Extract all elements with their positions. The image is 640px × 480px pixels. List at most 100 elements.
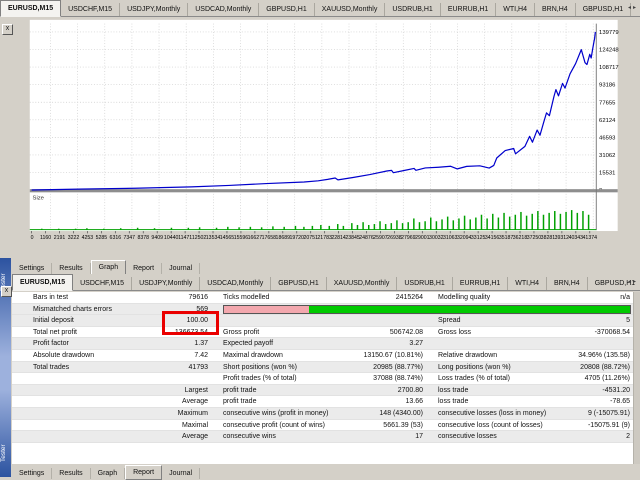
panel-splitter[interactable] [29,189,618,193]
size-bar [74,228,77,230]
x-axis-tick: 5285 [96,235,108,241]
report-value: 2415264 [395,294,423,301]
x-axis-tick: 31063 [443,235,458,241]
report-label [208,315,348,326]
x-axis-tick: 0 [31,235,34,241]
size-bar [379,221,381,230]
report-label [12,420,148,431]
tab-settings[interactable]: Settings [12,468,53,479]
symbol-tab-brn-h4[interactable]: BRN,H4 [547,277,588,290]
tab-results[interactable]: Results [52,263,91,274]
tab-report[interactable]: Report [126,263,163,274]
x-axis-tick: 38281 [541,235,556,241]
tab-journal[interactable]: Journal [162,468,201,479]
x-axis-tick: 2191 [54,235,66,241]
x-axis-tick: 4253 [82,235,94,241]
tester-graph-panel: 139779 124248 108717 93186 77655 62124 46593 31… [0,18,640,258]
size-bar [475,217,477,230]
symbol-tab-gbpusd-h1[interactable]: GBPUSD,H1 [259,3,315,16]
report-label: Short positions (won %) [223,363,297,371]
report-row: Largest profit trade 2700.80 loss trade -453… [12,384,634,397]
size-bar [390,223,393,230]
report-label: profit trade [223,386,257,394]
size-bar [368,224,370,230]
x-axis-tick: 19720 [290,235,305,241]
symbol-tab-usdjpy-monthly[interactable]: USDJPY,Monthly [120,3,189,16]
x-axis-tick: 39312 [555,235,570,241]
tab-graph[interactable]: Graph [90,260,127,275]
symbol-tab-usdcad-monthly[interactable]: USDCAD,Monthly [200,277,272,290]
symbol-tab-xauusd-monthly[interactable]: XAUUSD,Monthly [315,3,386,16]
size-bar [418,222,421,230]
report-row: Maximum consecutive wins (profit in money… [12,407,634,420]
tab-report[interactable]: Report [125,465,163,480]
report-value: 20808 (88.72%) [580,363,630,371]
report-label: consecutive losses (loss in money) [438,409,547,417]
report-label [12,385,148,396]
symbol-tab-usdchf-m15[interactable]: USDCHF,M15 [73,277,133,290]
size-bar [336,224,339,230]
symbol-tab-usdcad-monthly[interactable]: USDCAD,Monthly [188,3,260,16]
size-bar [272,226,274,230]
symbol-tab-eurusd-m15[interactable]: EURUSD,M15 [12,274,74,291]
size-bar [446,216,449,230]
x-axis-tick: 15596 [234,235,249,241]
report-value: 506742.08 [389,328,423,336]
symbol-tab-eurusd-m15[interactable]: EURUSD,M15 [0,0,62,17]
symbol-tab-gbpusd-h1[interactable]: GBPUSD,H1 [576,3,632,16]
report-label: Modelling quality [438,294,491,301]
report-value: 2700.80 [397,386,423,394]
size-bar [570,210,573,230]
report-label: Profit trades (% of total) [223,375,297,383]
size-bar [373,224,376,230]
symbol-tab-usdrub-h1[interactable]: USDRUB,H1 [397,277,453,290]
size-bar [458,218,460,230]
report-scrollbar[interactable] [633,292,640,464]
x-axis-tick: 8378 [137,235,149,241]
report-value: 7.42 [194,351,208,359]
symbol-tab-eurrub-h1[interactable]: EURRUB,H1 [453,277,509,290]
report-table: Bars in test 79616 Ticks modelled 2415264 Mo… [12,292,634,464]
tab-scroll-arrows[interactable]: ◂▸ [628,278,638,285]
tab-scroll-arrows[interactable]: ◂▸ [628,4,638,11]
report-row: Profit factor 1.37 Expected payoff 3.27 [12,338,634,350]
symbol-tab-brn-h4[interactable]: BRN,H4 [535,3,576,16]
report-value: 5 [626,317,630,325]
x-axis-tick: 40343 [569,235,584,241]
symbol-tab-usdjpy-monthly[interactable]: USDJPY,Monthly [132,277,201,290]
symbol-tab-wti-h4[interactable]: WTI,H4 [496,3,536,16]
y-axis-tick: 46593 [599,135,615,141]
report-value: -78.65 [610,398,630,406]
symbol-tab-eurrub-h1[interactable]: EURRUB,H1 [441,3,497,16]
size-bar [452,220,455,230]
report-label: Gross loss [438,328,472,336]
symbol-tab-xauusd-monthly[interactable]: XAUUSD,Monthly [327,277,398,290]
report-label: Ticks modelled [223,294,270,301]
x-axis-tick: 14565 [220,235,235,241]
size-bar [362,222,364,230]
report-value: 34.96% (135.58) [578,351,630,359]
report-row: Total net profit 136673.54 Gross profit 506… [12,326,634,339]
report-value: 4705 (11.26%) [584,375,630,383]
report-label: consecutive loss (count of losses) [438,421,543,429]
symbol-tab-wti-h4[interactable]: WTI,H4 [508,277,548,290]
y-axis-tick: 124248 [599,48,619,54]
tab-results[interactable]: Results [52,468,91,479]
size-bar [283,226,285,230]
size-bar [480,214,483,230]
tab-graph[interactable]: Graph [91,468,126,479]
report-value: Average [182,398,208,406]
symbol-tab-usdchf-m15[interactable]: USDCHF,M15 [61,3,121,16]
symbol-tab-gbpusd-h1[interactable]: GBPUSD,H1 [271,277,327,290]
size-bar [320,224,322,230]
symbol-tab-usdrub-h1[interactable]: USDRUB,H1 [385,3,441,16]
close-report-icon[interactable]: x [1,286,12,297]
report-value: -4531.20 [602,386,630,394]
size-bar [41,228,43,230]
close-graph-icon[interactable]: x [2,24,13,35]
tab-journal[interactable]: Journal [162,263,201,274]
size-bar [249,226,252,230]
size-bar [119,228,122,230]
x-axis-tick: 36218 [513,235,528,241]
tab-settings[interactable]: Settings [12,263,53,274]
